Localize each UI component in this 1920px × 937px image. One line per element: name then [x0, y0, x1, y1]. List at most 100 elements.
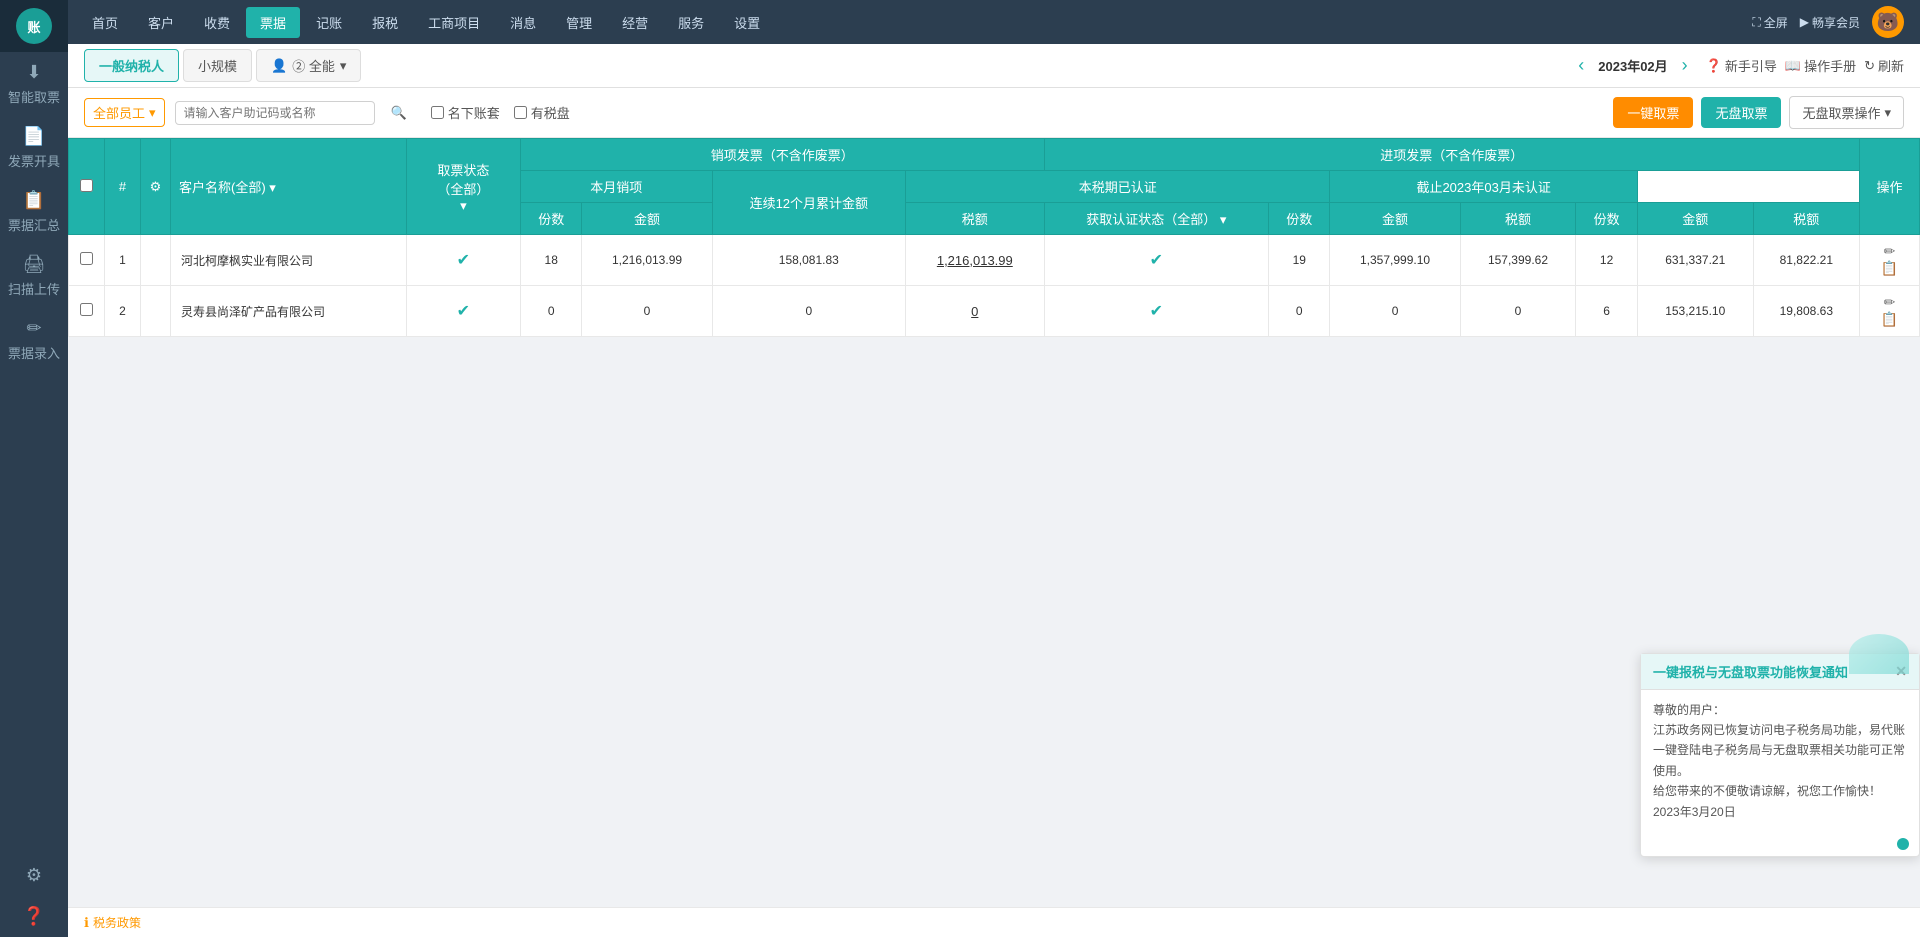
- th-operation: 操作: [1860, 139, 1920, 235]
- column-settings-icon[interactable]: ⚙: [150, 179, 162, 194]
- nav-home[interactable]: 首页: [78, 7, 132, 38]
- nav-collection[interactable]: 收费: [190, 7, 244, 38]
- help-icon: ❓: [23, 906, 45, 927]
- fullscreen-btn[interactable]: ⛶ 全屏: [1752, 14, 1787, 31]
- search-input[interactable]: [175, 101, 375, 125]
- row-settings: [141, 235, 171, 286]
- row-uncert-tax: 81,822.21: [1753, 235, 1859, 286]
- has-tax-disk-filter[interactable]: 有税盘: [514, 103, 570, 122]
- tax-policy-link[interactable]: 税务政策: [93, 914, 141, 931]
- sidebar-item-invoice-summary[interactable]: 📋 票据汇总: [0, 180, 68, 244]
- no-disk-operations-button[interactable]: 无盘取票操作 ▾: [1789, 96, 1904, 129]
- nav-message[interactable]: 消息: [496, 7, 550, 38]
- row-cert-status: ✔: [1044, 286, 1269, 337]
- prev-month-button[interactable]: ‹: [1572, 53, 1590, 78]
- account-name-filter[interactable]: 名下账套: [431, 103, 500, 122]
- search-button[interactable]: 🔍: [385, 101, 413, 125]
- row-fetch-status: ✔: [406, 235, 520, 286]
- sidebar-item-smart-fetch[interactable]: ⬇ 智能取票: [0, 52, 68, 116]
- tab-general-taxpayer[interactable]: 一般纳税人: [84, 49, 179, 82]
- next-month-button[interactable]: ›: [1676, 53, 1694, 78]
- edit-icon[interactable]: ✏: [1884, 294, 1896, 310]
- row-cert-tax: 157,399.62: [1460, 235, 1576, 286]
- nav-invoice[interactable]: 票据: [246, 7, 300, 38]
- th-cert-count: 份数: [1269, 203, 1330, 235]
- info-icon: ℹ: [84, 915, 89, 931]
- row-checkbox[interactable]: [80, 252, 93, 265]
- row-uncert-count: 12: [1576, 235, 1637, 286]
- employee-filter-group: 全部员工 ▾: [84, 98, 165, 127]
- account-name-checkbox[interactable]: [431, 106, 444, 119]
- row-uncert-amount: 153,215.10: [1637, 286, 1753, 337]
- sidebar-item-issue-invoice[interactable]: 📄 发票开具: [0, 116, 68, 180]
- th-uncert-count: 份数: [1576, 203, 1637, 235]
- refresh-link[interactable]: ↻ 刷新: [1864, 56, 1904, 75]
- nav-settings[interactable]: 设置: [720, 7, 774, 38]
- th-cert-status: 获取认证状态（全部） ▾: [1044, 203, 1269, 235]
- select-all-checkbox[interactable]: [80, 179, 93, 192]
- nav-operation[interactable]: 经营: [608, 7, 662, 38]
- vip-btn[interactable]: ▶ 畅享会员: [1800, 14, 1860, 31]
- refresh-icon: ↻: [1864, 58, 1875, 74]
- entry-icon: ✏: [26, 318, 41, 339]
- nav-client[interactable]: 客户: [134, 7, 188, 38]
- fullscreen-icon: ⛶: [1752, 15, 1760, 30]
- nav-bookkeeping[interactable]: 记账: [302, 7, 356, 38]
- avatar-icon: 🐻: [1877, 12, 1899, 33]
- table-row: 2 灵寿县尚泽矿产品有限公司 ✔ 0 0 0 0 ✔ 0 0 0 6 153,2…: [69, 286, 1920, 337]
- nav-service[interactable]: 服务: [664, 7, 718, 38]
- row-cert-count: 19: [1269, 235, 1330, 286]
- filter-icon[interactable]: ▾: [269, 180, 276, 195]
- row-cert-amount: 0: [1330, 286, 1460, 337]
- sidebar-item-scan-upload[interactable]: 🖨 扫描上传: [0, 244, 68, 308]
- row-sales-12month: 1,216,013.99: [906, 235, 1044, 286]
- employee-filter[interactable]: 全部员工 ▾: [84, 98, 165, 127]
- invoice-table: # ⚙ 客户名称(全部) ▾ 取票状态 （全部）: [68, 138, 1920, 337]
- user-avatar[interactable]: 🐻: [1872, 6, 1904, 38]
- one-key-fetch-button[interactable]: 一键取票: [1613, 97, 1693, 128]
- sidebar-item-data-entry[interactable]: ✏ 票据录入: [0, 308, 68, 372]
- row-checkbox-cell[interactable]: [69, 235, 105, 286]
- th-cert-amount: 金额: [1330, 203, 1460, 235]
- fetch-status-filter-icon[interactable]: ▾: [460, 198, 467, 213]
- new-guide-link[interactable]: ❓ 新手引导: [1706, 56, 1777, 75]
- th-purchase-invoice-group: 进项发票（不含作废票）: [1044, 139, 1859, 171]
- edit-icon[interactable]: ✏: [1884, 243, 1896, 259]
- nav-business[interactable]: 工商项目: [414, 7, 494, 38]
- th-fetch-status: 取票状态 （全部） ▾: [406, 139, 520, 235]
- nav-manage[interactable]: 管理: [552, 7, 606, 38]
- no-disk-fetch-button[interactable]: 无盘取票: [1701, 97, 1781, 128]
- detail-icon[interactable]: 📋: [1881, 311, 1898, 327]
- filter-label: 全部员工: [93, 103, 145, 122]
- sidebar-item-settings[interactable]: ⚙: [23, 855, 45, 896]
- dropdown-icon: ▾: [1884, 105, 1891, 121]
- th-checkbox: [69, 139, 105, 235]
- row-sales-12month: 0: [906, 286, 1044, 337]
- row-sales-amount: 1,216,013.99: [582, 235, 712, 286]
- row-no: 1: [105, 235, 141, 286]
- row-cert-tax: 0: [1460, 286, 1576, 337]
- row-actions: ✏ 📋: [1860, 235, 1920, 286]
- detail-icon[interactable]: 📋: [1881, 260, 1898, 276]
- notif-scroll-down[interactable]: [1897, 838, 1909, 850]
- th-monthly-sales: 本月销项: [521, 171, 713, 203]
- row-checkbox-cell[interactable]: [69, 286, 105, 337]
- row-cert-amount: 1,357,999.10: [1330, 235, 1460, 286]
- notif-title: 一键报税与无盘取票功能恢复通知: [1653, 662, 1848, 681]
- cert-status-filter-icon[interactable]: ▾: [1220, 212, 1227, 227]
- th-cert-tax: 税额: [1460, 203, 1576, 235]
- tab-small-scale[interactable]: 小规模: [183, 49, 252, 82]
- row-checkbox[interactable]: [80, 303, 93, 316]
- nav-tax[interactable]: 报税: [358, 7, 412, 38]
- chevron-down-icon: ▾: [149, 105, 156, 121]
- has-tax-disk-checkbox[interactable]: [514, 106, 527, 119]
- tab-all[interactable]: 👤 ② 全能 ▾: [256, 49, 361, 82]
- th-12month-cumulative: 连续12个月累计金额: [712, 171, 906, 235]
- sidebar-item-label: 扫描上传: [8, 279, 60, 298]
- row-sales-count: 18: [521, 235, 582, 286]
- th-sales-amount: 金额: [582, 203, 712, 235]
- manual-link[interactable]: 📖 操作手册: [1785, 56, 1856, 75]
- top-navigation: 首页 客户 收费 票据 记账 报税 工商项目 消息 管理 经营 服务 设置 ⛶ …: [68, 0, 1920, 44]
- person-icon: 👤: [271, 58, 287, 74]
- sidebar-item-help[interactable]: ❓: [23, 896, 45, 937]
